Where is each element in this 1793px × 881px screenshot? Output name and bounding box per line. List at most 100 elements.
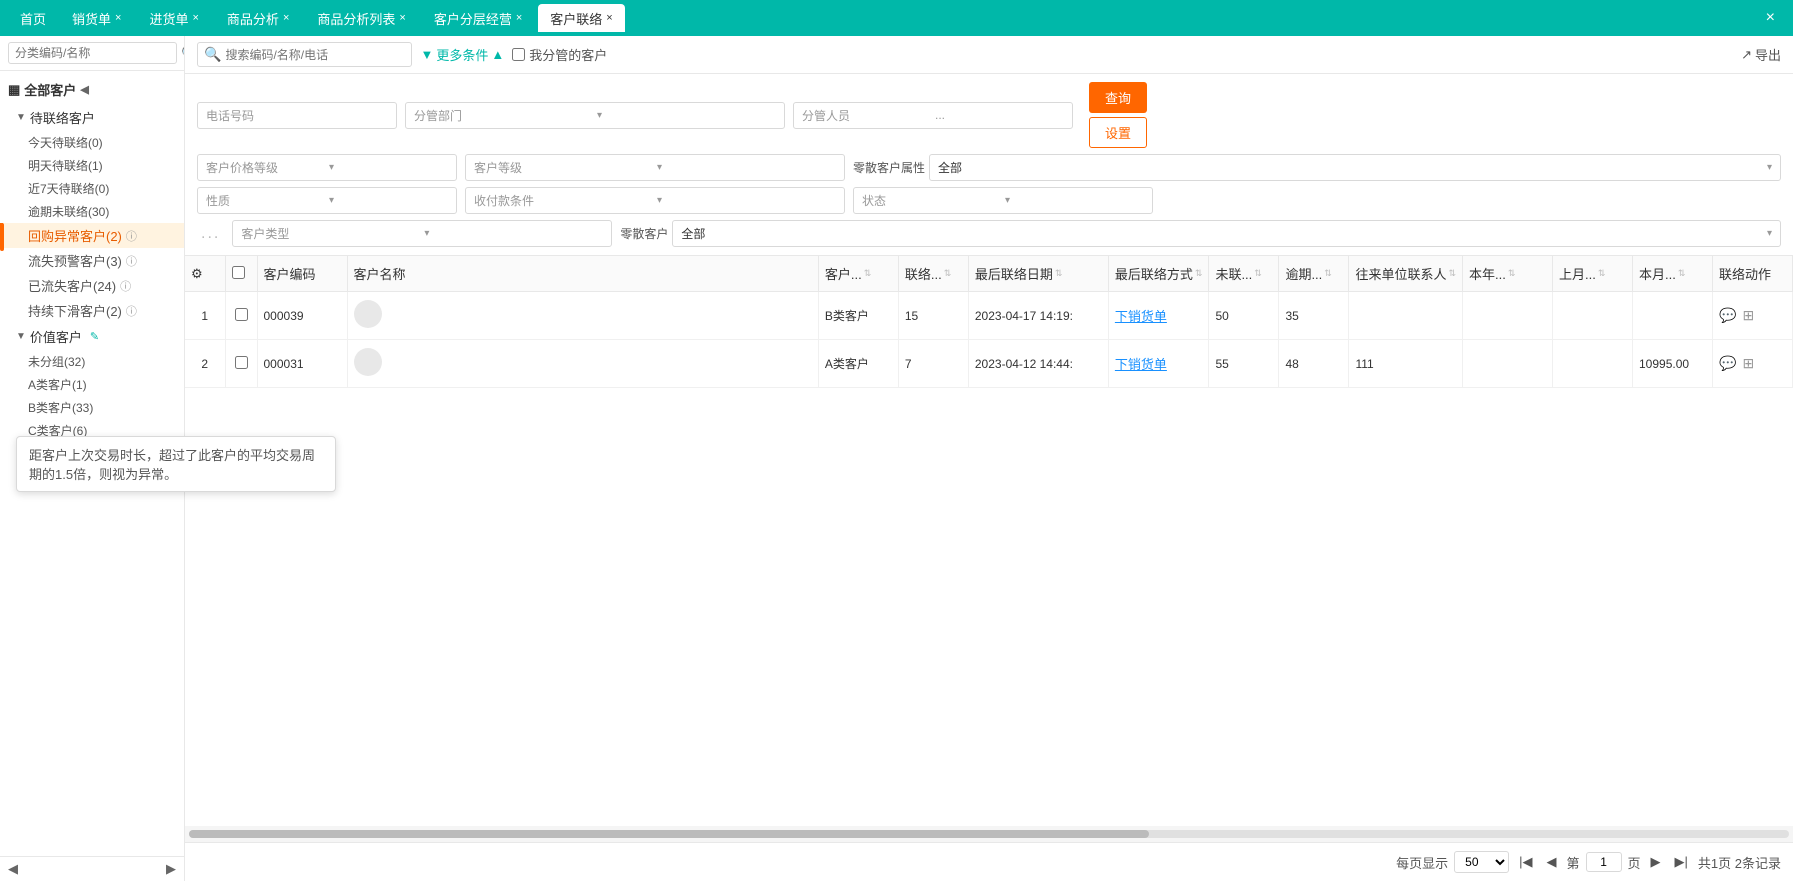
close-icon[interactable]: × — [283, 12, 289, 24]
page-number-input[interactable] — [1586, 852, 1622, 872]
sidebar-item-churned[interactable]: 已流失客户(24) ⓘ — [0, 273, 184, 298]
sidebar-item-abnormal-repurchase[interactable]: 回购异常客户(2) ⓘ — [0, 223, 184, 248]
chevron-down-icon: ▾ — [1767, 228, 1772, 239]
nav-tab-purchase[interactable]: 进货单 × — [137, 4, 210, 32]
value-customers-section[interactable]: ▼ 价值客户 ✎ — [0, 323, 184, 350]
settings-button[interactable]: 设置 — [1089, 117, 1147, 148]
all-customers-header[interactable]: ▦ 全部客户 ◀ — [0, 75, 184, 104]
th-code-inner: 客户编码 — [264, 264, 341, 283]
close-icon[interactable]: × — [192, 12, 198, 24]
retail-cust-select[interactable]: 全部 ▾ — [672, 220, 1781, 247]
nav-home-tab[interactable]: 首页 — [10, 9, 56, 28]
row-checkbox[interactable] — [235, 308, 248, 321]
grid-icon[interactable]: ⊞ — [1742, 355, 1754, 372]
status-filter[interactable]: 状态 ▾ — [853, 187, 1153, 214]
th-settings[interactable]: ⚙ — [185, 256, 225, 292]
retail-attr-select[interactable]: 全部 ▾ — [929, 154, 1781, 181]
more-dots[interactable]: ... — [197, 225, 224, 243]
sidebar-item-overdue[interactable]: 逾期未联络(30) — [0, 200, 184, 223]
cust-type-label: 客户类型 — [241, 225, 420, 242]
cust-type-filter[interactable]: 客户类型 ▾ — [232, 220, 612, 247]
more-cond-label: 更多条件 — [436, 45, 488, 64]
chevron-down-icon: ▾ — [657, 162, 836, 173]
retail-cust-filter: 零散客户 全部 ▾ — [620, 220, 1781, 247]
cust-level-filter[interactable]: 客户等级 ▾ — [465, 154, 845, 181]
search-input[interactable] — [225, 48, 405, 62]
tooltip-text: 距客户上次交易时长，超过了此客户的平均交易周期的1.5倍，则视为异常。 — [29, 448, 315, 482]
sidebar-item-b-class[interactable]: B类客户(33) — [0, 396, 184, 419]
th-type: 客户... ⇅ — [818, 256, 898, 292]
close-icon[interactable]: × — [115, 12, 121, 24]
sidebar-item-a-class[interactable]: A类客户(1) — [0, 373, 184, 396]
next-page-btn[interactable]: ▶ — [1647, 852, 1665, 872]
select-all-checkbox[interactable] — [232, 266, 245, 279]
th-year-inner: 本年... ⇅ — [1469, 264, 1546, 283]
nav-tab-analysis[interactable]: 商品分析 × — [215, 4, 301, 32]
row-partner: 111 — [1349, 340, 1463, 388]
row-type: B类客户 — [818, 292, 898, 340]
my-customers-checkbox-area[interactable]: 我分管的客户 — [512, 45, 607, 64]
nav-tab-customer-tier[interactable]: 客户分层经营 × — [422, 4, 534, 32]
nav-tab-sales[interactable]: 销货单 × — [60, 4, 133, 32]
chat-icon[interactable]: 💬 — [1719, 355, 1736, 372]
pending-contact-section[interactable]: ▼ 待联络客户 — [0, 104, 184, 131]
sidebar-item-churn-warning[interactable]: 流失预警客户(3) ⓘ — [0, 248, 184, 273]
prev-page-btn[interactable]: ◀ — [1543, 852, 1561, 872]
filter-action-buttons: 查询 设置 — [1089, 82, 1147, 148]
row-type: A类客户 — [818, 340, 898, 388]
filter-bar: 电话号码 分管部门 ▾ 分管人员 ... 查询 设置 — [185, 74, 1793, 256]
search-box: 🔍 — [197, 42, 412, 67]
settings-gear-icon[interactable]: ⚙ — [191, 266, 203, 281]
sort-icon: ⇅ — [944, 268, 952, 279]
scrollbar-thumb[interactable] — [189, 830, 1149, 838]
sort-icon: ⇅ — [1055, 268, 1063, 279]
my-customers-checkbox[interactable] — [512, 48, 525, 61]
grid-icon[interactable]: ⊞ — [1742, 307, 1754, 324]
first-page-btn[interactable]: |◀ — [1515, 852, 1536, 872]
lastway-link[interactable]: 下销货单 — [1115, 357, 1167, 372]
chevron-down-icon: ▾ — [329, 162, 448, 173]
close-icon[interactable]: × — [399, 12, 405, 24]
sidebar-item-7days[interactable]: 近7天待联络(0) — [0, 177, 184, 200]
per-page-select[interactable]: 50 100 — [1454, 851, 1509, 873]
row-thismonth — [1633, 292, 1713, 340]
gender-filter[interactable]: 性质 ▾ — [197, 187, 457, 214]
chat-icon[interactable]: 💬 — [1719, 307, 1736, 324]
sidebar-left-arrow[interactable]: ◀ — [8, 861, 18, 877]
collapse-icon[interactable]: ◀ — [80, 83, 88, 96]
page-unit: 页 — [1628, 853, 1641, 872]
more-icon[interactable]: ... — [931, 108, 1064, 122]
last-page-btn[interactable]: ▶| — [1671, 852, 1692, 872]
nav-tab-customer-contact[interactable]: 客户联络 × — [538, 4, 624, 32]
edit-icon[interactable]: ✎ — [90, 330, 99, 343]
row-overdue: 48 — [1279, 340, 1349, 388]
row-lastway[interactable]: 下销货单 — [1108, 292, 1209, 340]
payment-filter[interactable]: 收付款条件 ▾ — [465, 187, 845, 214]
nav-tab-analysis-list[interactable]: 商品分析列表 × — [305, 4, 417, 32]
export-btn[interactable]: ↗ 导出 — [1741, 45, 1781, 64]
dept-filter[interactable]: 分管部门 ▾ — [405, 102, 785, 129]
row-code: 000039 — [257, 292, 347, 340]
horizontal-scrollbar[interactable] — [185, 826, 1793, 842]
window-close-icon[interactable]: × — [1758, 9, 1783, 27]
sidebar-item-ungroup[interactable]: 未分组(32) — [0, 350, 184, 373]
row-action: 💬 ⊞ — [1713, 292, 1793, 340]
th-checkbox[interactable] — [225, 256, 257, 292]
manager-filter[interactable]: 分管人员 ... — [793, 102, 1073, 129]
phone-filter[interactable]: 电话号码 — [197, 102, 397, 129]
row-lastway[interactable]: 下销货单 — [1108, 340, 1209, 388]
sidebar-right-arrow[interactable]: ▶ — [166, 861, 176, 877]
lastway-link[interactable]: 下销货单 — [1115, 309, 1167, 324]
pending-contact-label: 待联络客户 — [30, 108, 95, 127]
sidebar-search-input[interactable] — [8, 42, 177, 64]
th-unlinked: 未联... ⇅ — [1209, 256, 1279, 292]
close-icon[interactable]: × — [516, 12, 522, 24]
more-conditions-btn[interactable]: ▼ 更多条件 ▲ — [420, 45, 504, 64]
query-button[interactable]: 查询 — [1089, 82, 1147, 113]
sidebar-item-declining[interactable]: 持续下滑客户(2) ⓘ — [0, 298, 184, 323]
sidebar-item-tomorrow[interactable]: 明天待联络(1) — [0, 154, 184, 177]
close-icon[interactable]: × — [606, 12, 612, 24]
price-level-filter[interactable]: 客户价格等级 ▾ — [197, 154, 457, 181]
sidebar-item-today[interactable]: 今天待联络(0) — [0, 131, 184, 154]
row-checkbox[interactable] — [235, 356, 248, 369]
